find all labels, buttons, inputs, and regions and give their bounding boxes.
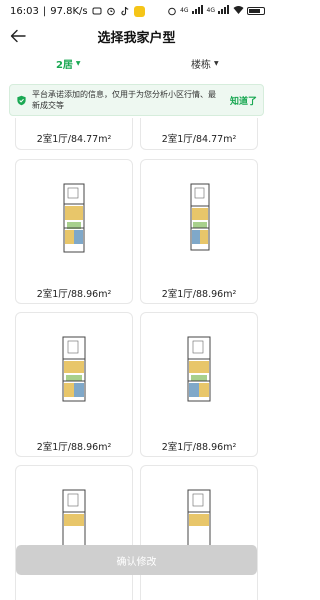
signal-2-icon — [218, 5, 230, 17]
message-icon — [92, 6, 102, 16]
filter-building[interactable]: 楼栋 ▼ — [137, 52, 274, 74]
confirm-button[interactable]: 确认修改 — [16, 545, 257, 575]
layout-label: 2室1厅/88.96m² — [161, 289, 237, 300]
filter-rooms-label: 2居 — [55, 59, 73, 71]
layout-grid: 2室1厅/84.77m² 2室1厅/84.77m² 2室1厅/88.96m² 2… — [0, 118, 273, 600]
layout-label: 2室1厅/88.96m² — [36, 442, 112, 453]
layout-card[interactable] — [140, 465, 258, 600]
layout-card[interactable] — [15, 465, 133, 600]
layout-label: 2室1厅/88.96m² — [36, 289, 112, 300]
alarm-icon — [106, 6, 116, 16]
header: 选择我家户型 — [0, 22, 273, 50]
layout-card[interactable]: 2室1厅/88.96m² — [15, 159, 133, 304]
status-time: 16:03 — [10, 5, 39, 17]
notice-text: 平台承诺添加的信息，仅用于为您分析小区行情、最新成交等 — [32, 90, 216, 110]
status-speed: 97.8K/s — [50, 5, 88, 17]
layout-card[interactable]: 2室1厅/88.96m² — [140, 312, 258, 457]
alarm-clock-icon — [167, 6, 177, 16]
signal-1-icon — [191, 5, 204, 17]
layout-card[interactable]: 2室1厅/88.96m² — [15, 312, 133, 457]
floor-plan-image — [141, 182, 257, 254]
status-divider: | — [42, 5, 47, 17]
filter-rooms[interactable]: 2居 ▼ — [0, 52, 137, 74]
tiktok-icon — [120, 6, 130, 16]
network-4g-2-icon: 4G — [206, 7, 215, 14]
layout-card[interactable]: 2室1厅/88.96m² — [140, 159, 258, 304]
layout-label: 2室1厅/84.77m² — [161, 134, 237, 145]
shield-icon — [17, 95, 26, 105]
status-bar: 16:03 | 97.8K/s 4G 4G — [0, 0, 273, 22]
page-title: 选择我家户型 — [97, 31, 176, 46]
filter-bar: 2居 ▼ 楼栋 ▼ — [0, 52, 273, 74]
filter-building-label: 楼栋 — [190, 59, 211, 71]
layout-label: 2室1厅/88.96m² — [161, 442, 237, 453]
caret-down-icon: ▼ — [75, 59, 81, 67]
layout-card[interactable]: 2室1厅/84.77m² — [140, 118, 258, 150]
notification-app-icon — [133, 5, 145, 17]
privacy-notice: 平台承诺添加的信息，仅用于为您分析小区行情、最新成交等 知道了 — [9, 84, 264, 116]
layout-card[interactable]: 2室1厅/84.77m² — [15, 118, 133, 150]
battery-icon — [247, 7, 265, 15]
caret-down-icon: ▼ — [213, 59, 219, 67]
floor-plan-image — [16, 333, 132, 405]
layout-label: 2室1厅/84.77m² — [36, 134, 112, 145]
wifi-icon — [233, 5, 244, 17]
floor-plan-image — [141, 333, 257, 405]
notice-dismiss-button[interactable]: 知道了 — [230, 94, 257, 107]
floor-plan-image — [16, 182, 132, 254]
network-4g-icon: 4G — [180, 7, 189, 14]
